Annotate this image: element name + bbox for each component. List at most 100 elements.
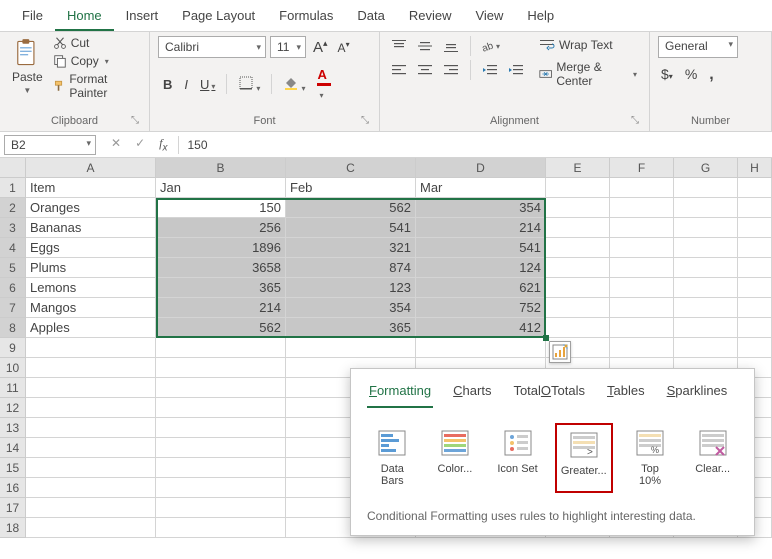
cell-A3[interactable]: Bananas <box>26 218 156 238</box>
cell-G4[interactable] <box>674 238 738 258</box>
tab-help[interactable]: Help <box>515 4 566 31</box>
paste-button[interactable]: Paste ▼ <box>8 36 47 100</box>
cell-B16[interactable] <box>156 478 286 498</box>
align-right-button[interactable] <box>440 60 462 80</box>
cell-A17[interactable] <box>26 498 156 518</box>
cell-E3[interactable] <box>546 218 610 238</box>
accept-formula-button[interactable]: ✓ <box>132 134 148 155</box>
cell-B6[interactable]: 365 <box>156 278 286 298</box>
comma-button[interactable]: , <box>706 64 716 86</box>
tab-data[interactable]: Data <box>345 4 396 31</box>
row-header-11[interactable]: 11 <box>0 378 26 398</box>
cell-A14[interactable] <box>26 438 156 458</box>
align-bottom-button[interactable] <box>440 36 462 56</box>
tab-formulas[interactable]: Formulas <box>267 4 345 31</box>
cell-C1[interactable]: Feb <box>286 178 416 198</box>
tab-page-layout[interactable]: Page Layout <box>170 4 267 31</box>
cell-G5[interactable] <box>674 258 738 278</box>
dialog-launcher-icon[interactable]: ⤡ <box>629 115 641 127</box>
cell-G8[interactable] <box>674 318 738 338</box>
cell-C5[interactable]: 874 <box>286 258 416 278</box>
cell-H1[interactable] <box>738 178 772 198</box>
row-header-18[interactable]: 18 <box>0 518 26 538</box>
row-header-12[interactable]: 12 <box>0 398 26 418</box>
formula-input[interactable]: 150 <box>178 136 772 154</box>
cell-C4[interactable]: 321 <box>286 238 416 258</box>
qa-item-top10[interactable]: %Top 10% <box>625 423 676 493</box>
cell-H5[interactable] <box>738 258 772 278</box>
cell-H4[interactable] <box>738 238 772 258</box>
cell-C7[interactable]: 354 <box>286 298 416 318</box>
cell-G1[interactable] <box>674 178 738 198</box>
cell-D2[interactable]: 354 <box>416 198 546 218</box>
cell-A5[interactable]: Plums <box>26 258 156 278</box>
row-header-9[interactable]: 9 <box>0 338 26 358</box>
cell-G6[interactable] <box>674 278 738 298</box>
cell-G2[interactable] <box>674 198 738 218</box>
wrap-text-button[interactable]: Wrap Text <box>535 36 641 54</box>
cell-E4[interactable] <box>546 238 610 258</box>
italic-button[interactable]: I <box>179 74 193 95</box>
qa-item-greater[interactable]: >Greater... <box>555 423 613 493</box>
cancel-formula-button[interactable]: ✕ <box>108 134 124 155</box>
cell-A8[interactable]: Apples <box>26 318 156 338</box>
cell-A10[interactable] <box>26 358 156 378</box>
cell-H2[interactable] <box>738 198 772 218</box>
font-color-button[interactable]: A <box>312 64 336 104</box>
column-header-F[interactable]: F <box>610 158 674 178</box>
cell-A7[interactable]: Mangos <box>26 298 156 318</box>
column-header-G[interactable]: G <box>674 158 738 178</box>
tab-insert[interactable]: Insert <box>114 4 171 31</box>
column-header-C[interactable]: C <box>286 158 416 178</box>
dialog-launcher-icon[interactable]: ⤡ <box>129 115 141 127</box>
dialog-launcher-icon[interactable]: ⤡ <box>359 115 371 127</box>
cell-B1[interactable]: Jan <box>156 178 286 198</box>
cell-G9[interactable] <box>674 338 738 358</box>
currency-button[interactable]: $▾ <box>658 64 676 86</box>
name-box[interactable]: B2 <box>4 135 96 155</box>
align-center-button[interactable] <box>414 60 436 80</box>
cell-G7[interactable] <box>674 298 738 318</box>
qa-item-databars[interactable]: Data Bars <box>367 423 418 493</box>
cell-B14[interactable] <box>156 438 286 458</box>
cell-B11[interactable] <box>156 378 286 398</box>
cell-A16[interactable] <box>26 478 156 498</box>
cell-D8[interactable]: 412 <box>416 318 546 338</box>
cell-E2[interactable] <box>546 198 610 218</box>
format-painter-button[interactable]: Format Painter <box>53 72 141 100</box>
cell-F5[interactable] <box>610 258 674 278</box>
qa-item-color[interactable]: Color... <box>430 423 481 493</box>
bold-button[interactable]: B <box>158 74 177 95</box>
decrease-font-button[interactable]: A▾ <box>335 38 353 57</box>
cell-B15[interactable] <box>156 458 286 478</box>
cell-F9[interactable] <box>610 338 674 358</box>
decrease-indent-button[interactable] <box>479 60 501 80</box>
cell-F4[interactable] <box>610 238 674 258</box>
qa-item-clear[interactable]: Clear... <box>687 423 738 493</box>
cell-A18[interactable] <box>26 518 156 538</box>
orientation-button[interactable]: ab▾ <box>479 36 501 56</box>
cell-G3[interactable] <box>674 218 738 238</box>
copy-button[interactable]: Copy ▾ <box>53 54 141 68</box>
cell-C6[interactable]: 123 <box>286 278 416 298</box>
cell-A12[interactable] <box>26 398 156 418</box>
tab-home[interactable]: Home <box>55 4 114 31</box>
qa-item-iconset[interactable]: Icon Set <box>492 423 543 493</box>
cell-D3[interactable]: 214 <box>416 218 546 238</box>
cell-D7[interactable]: 752 <box>416 298 546 318</box>
cell-H3[interactable] <box>738 218 772 238</box>
cell-C9[interactable] <box>286 338 416 358</box>
row-header-1[interactable]: 1 <box>0 178 26 198</box>
cell-D5[interactable]: 124 <box>416 258 546 278</box>
cell-B12[interactable] <box>156 398 286 418</box>
cell-B8[interactable]: 562 <box>156 318 286 338</box>
cell-B5[interactable]: 3658 <box>156 258 286 278</box>
cell-A15[interactable] <box>26 458 156 478</box>
merge-center-button[interactable]: Merge & Center ▾ <box>535 58 641 90</box>
cell-B10[interactable] <box>156 358 286 378</box>
qa-tab-charts[interactable]: Charts <box>451 379 493 408</box>
column-header-E[interactable]: E <box>546 158 610 178</box>
number-format-select[interactable]: General <box>658 36 738 58</box>
row-header-8[interactable]: 8 <box>0 318 26 338</box>
column-header-B[interactable]: B <box>156 158 286 178</box>
